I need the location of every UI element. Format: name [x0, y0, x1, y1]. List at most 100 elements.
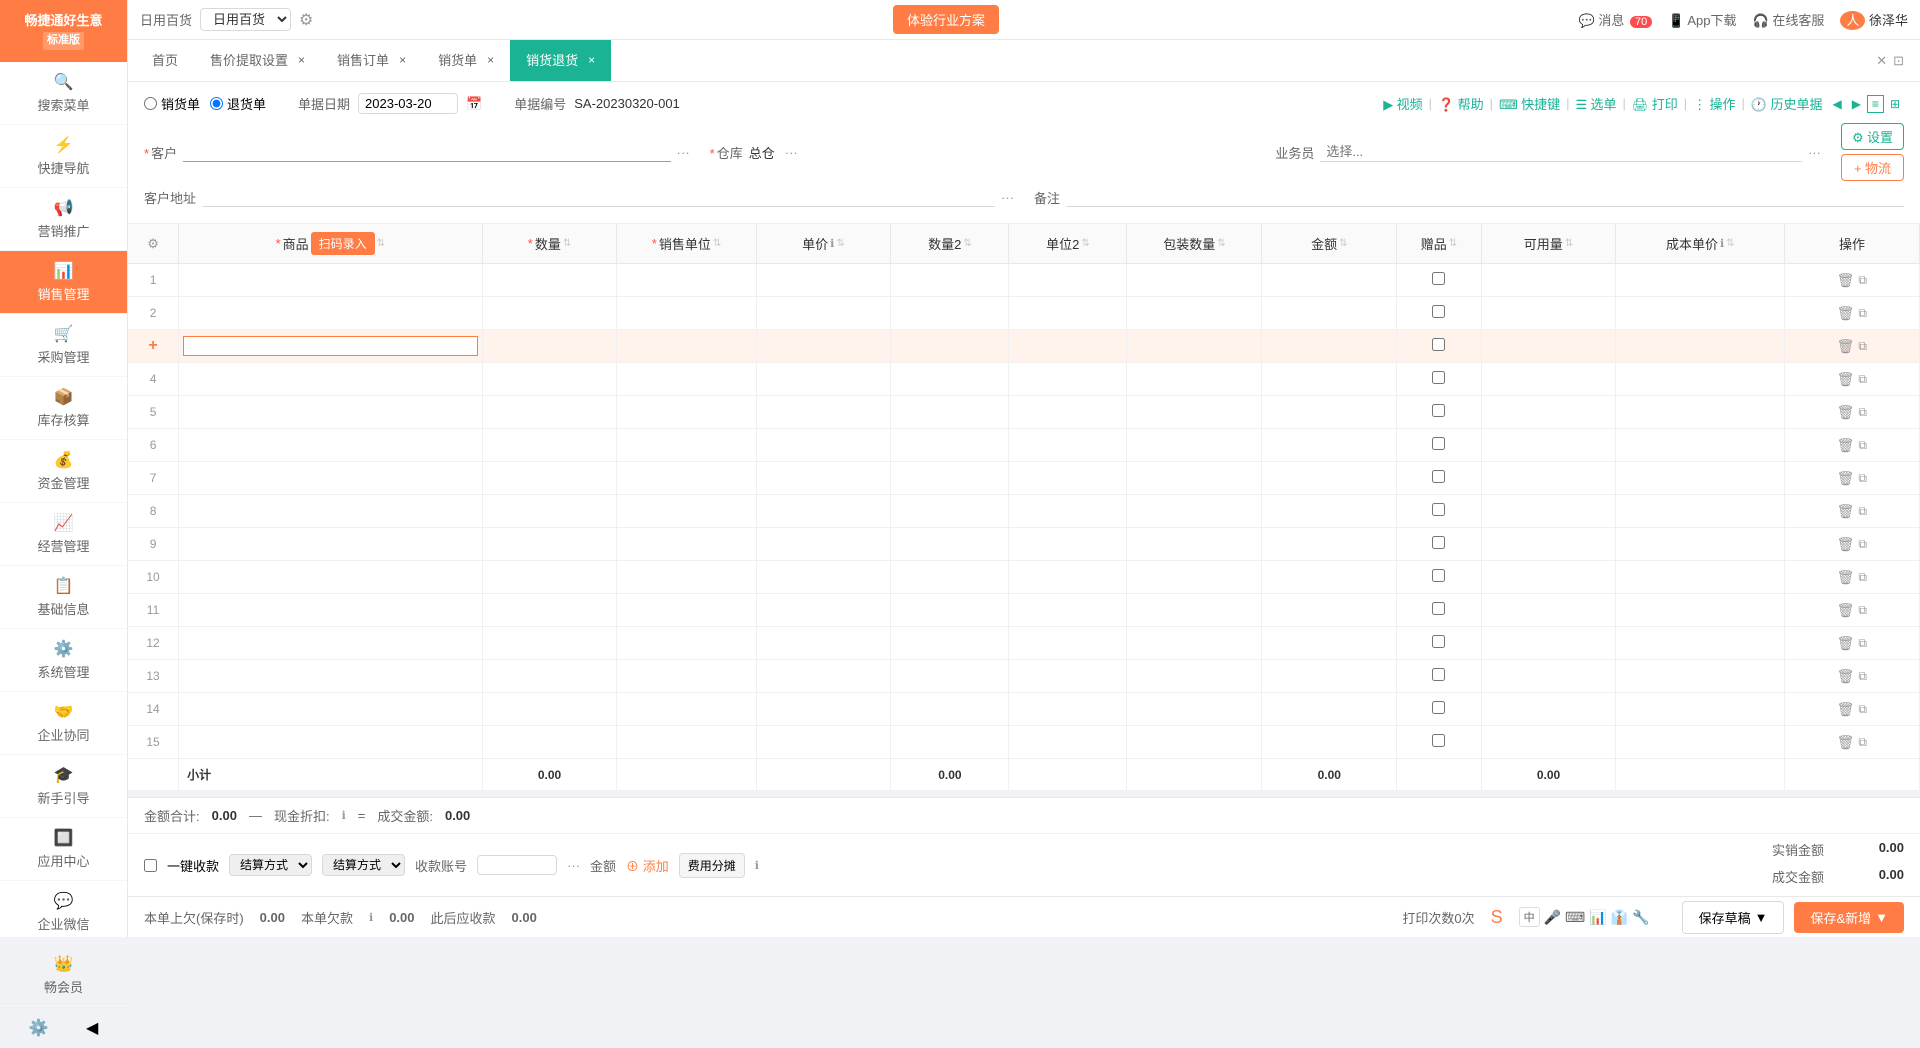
delete-row-btn[interactable]: 🗑: [1837, 569, 1855, 586]
sort-unit-icon[interactable]: ⇅: [713, 238, 721, 249]
save-new-btn[interactable]: 保存&新增 ▼: [1794, 902, 1904, 933]
sidebar-item-guide[interactable]: 🎓 新手引导: [0, 755, 127, 818]
delete-row-btn[interactable]: 🗑: [1837, 734, 1855, 751]
gift-checkbox[interactable]: [1432, 470, 1445, 483]
prev-btn[interactable]: ◀: [1828, 95, 1845, 113]
gift-checkbox[interactable]: [1432, 734, 1445, 747]
user-avatar[interactable]: 人 徐泽华: [1840, 10, 1908, 29]
sidebar-item-wechat[interactable]: 💬 企业微信: [0, 881, 127, 944]
delete-row-btn[interactable]: 🗑: [1837, 404, 1855, 421]
sidebar-item-operations[interactable]: 📈 经营管理: [0, 503, 127, 566]
col-gear-icon[interactable]: ⚙: [147, 236, 159, 251]
account-more-icon[interactable]: ···: [567, 858, 580, 873]
delete-row-btn[interactable]: 🗑: [1837, 602, 1855, 619]
sort-product-icon[interactable]: ⇅: [377, 238, 385, 249]
copy-row-btn[interactable]: ⧉: [1858, 702, 1867, 717]
close-window-icon[interactable]: ✕: [1876, 53, 1887, 69]
copy-row-btn[interactable]: ⧉: [1858, 273, 1867, 288]
delete-row-btn[interactable]: 🗑: [1837, 272, 1855, 289]
fee-info-icon[interactable]: ℹ: [755, 859, 759, 872]
sort-amount-icon[interactable]: ⇅: [1339, 238, 1347, 249]
dropdown-icon[interactable]: ▼: [1755, 910, 1768, 925]
delete-row-btn[interactable]: 🗑: [1837, 701, 1855, 718]
sidebar-item-finance[interactable]: 💰 资金管理: [0, 440, 127, 503]
copy-row-btn[interactable]: ⧉: [1858, 306, 1867, 321]
product-input[interactable]: [183, 336, 478, 356]
shortcut-btn[interactable]: ⌨ 快捷键: [1495, 92, 1564, 115]
sort-cost-icon[interactable]: ⇅: [1726, 238, 1734, 249]
sidebar-item-purchase[interactable]: 🛒 采购管理: [0, 314, 127, 377]
sidebar-item-quick-nav[interactable]: ⚡ 快捷导航: [0, 125, 127, 188]
copy-row-btn[interactable]: ⧉: [1858, 405, 1867, 420]
radio-return[interactable]: 退货单: [210, 94, 266, 113]
delete-row-btn[interactable]: 🗑: [1837, 437, 1855, 454]
collapse-icon[interactable]: ◀: [86, 1018, 98, 1038]
once-info-icon[interactable]: ℹ: [369, 911, 373, 924]
col-gear[interactable]: ⚙: [128, 224, 179, 264]
delete-row-btn[interactable]: 🗑: [1837, 305, 1855, 322]
tab-sales[interactable]: 销货单 ×: [422, 40, 510, 81]
gift-checkbox[interactable]: [1432, 635, 1445, 648]
nav-gear-icon[interactable]: ⚙: [299, 10, 313, 30]
gift-checkbox[interactable]: [1432, 536, 1445, 549]
app-download-link[interactable]: 📱 App下载: [1668, 10, 1736, 29]
sidebar-item-collab[interactable]: 🤝 企业协同: [0, 692, 127, 755]
gift-checkbox[interactable]: [1432, 668, 1445, 681]
copy-row-btn[interactable]: ⧉: [1858, 372, 1867, 387]
copy-row-btn[interactable]: ⧉: [1858, 570, 1867, 585]
add-row-btn[interactable]: +: [148, 337, 157, 355]
sort-qty-icon[interactable]: ⇅: [563, 238, 571, 249]
sidebar-item-apps[interactable]: 🔲 应用中心: [0, 818, 127, 881]
date-input[interactable]: [358, 93, 458, 114]
radio-sales[interactable]: 销货单: [144, 94, 200, 113]
sort-gift-icon[interactable]: ⇅: [1449, 238, 1457, 249]
sidebar-item-member[interactable]: 👑 畅会员: [0, 944, 127, 1007]
sidebar-item-sales[interactable]: 📊 销售管理: [0, 251, 127, 314]
tab-sales-order[interactable]: 销售订单 ×: [321, 40, 422, 81]
copy-row-btn[interactable]: ⧉: [1858, 438, 1867, 453]
notes-input[interactable]: [1066, 187, 1904, 207]
gift-checkbox[interactable]: [1432, 371, 1445, 384]
delete-row-btn[interactable]: 🗑: [1837, 503, 1855, 520]
next-btn[interactable]: ▶: [1848, 95, 1865, 113]
close-sales-tab[interactable]: ×: [487, 53, 494, 67]
tab-sales-return[interactable]: 销货退货 ×: [510, 40, 611, 81]
warehouse-more-icon[interactable]: ···: [785, 145, 798, 160]
print-btn[interactable]: 🖨 打印: [1628, 92, 1682, 115]
calendar-icon[interactable]: 📅: [466, 96, 482, 112]
delete-row-btn[interactable]: 🗑: [1837, 371, 1855, 388]
copy-row-btn[interactable]: ⧉: [1858, 735, 1867, 750]
select-btn[interactable]: ☰ 选单: [1571, 92, 1620, 115]
copy-row-btn[interactable]: ⧉: [1858, 636, 1867, 651]
tab-price-extract[interactable]: 售价提取设置 ×: [194, 40, 321, 81]
maximize-icon[interactable]: ⊡: [1893, 53, 1904, 69]
salesperson-input[interactable]: [1320, 142, 1802, 162]
add-fee-btn[interactable]: ⊕ 添加: [626, 856, 669, 875]
sidebar-item-search[interactable]: 🔍 搜索菜单: [0, 62, 127, 125]
gift-checkbox[interactable]: [1432, 305, 1445, 318]
settings-bottom-icon[interactable]: ⚙️: [29, 1018, 49, 1038]
copy-row-btn[interactable]: ⧉: [1858, 603, 1867, 618]
close-sales-return-tab[interactable]: ×: [588, 53, 595, 67]
grid-view-btn[interactable]: ⊞: [1886, 95, 1904, 113]
sidebar-item-system[interactable]: ⚙️ 系统管理: [0, 629, 127, 692]
close-sales-order-tab[interactable]: ×: [399, 53, 406, 67]
gift-checkbox[interactable]: [1432, 404, 1445, 417]
help-btn[interactable]: ❓ 帮助: [1434, 92, 1488, 115]
gift-checkbox[interactable]: [1432, 701, 1445, 714]
settings-btn[interactable]: ⚙ 设置: [1841, 123, 1904, 150]
delete-row-btn[interactable]: 🗑: [1837, 635, 1855, 652]
message-item[interactable]: 💬 消息 70: [1579, 10, 1653, 29]
cost-info-icon[interactable]: ℹ: [1720, 237, 1724, 250]
scan-btn[interactable]: 扫码录入: [311, 232, 375, 255]
sort-qty2-icon[interactable]: ⇅: [963, 238, 971, 249]
dropdown-icon-2[interactable]: ▼: [1875, 910, 1888, 925]
sidebar-item-basics[interactable]: 📋 基础信息: [0, 566, 127, 629]
account-input[interactable]: [477, 855, 557, 875]
address-more-icon[interactable]: ···: [1001, 190, 1014, 205]
summary-method-select[interactable]: 结算方式: [322, 854, 405, 876]
customer-input[interactable]: [183, 142, 671, 162]
gift-checkbox[interactable]: [1432, 437, 1445, 450]
copy-row-btn[interactable]: ⧉: [1858, 471, 1867, 486]
sidebar-item-marketing[interactable]: 📢 营销推广: [0, 188, 127, 251]
